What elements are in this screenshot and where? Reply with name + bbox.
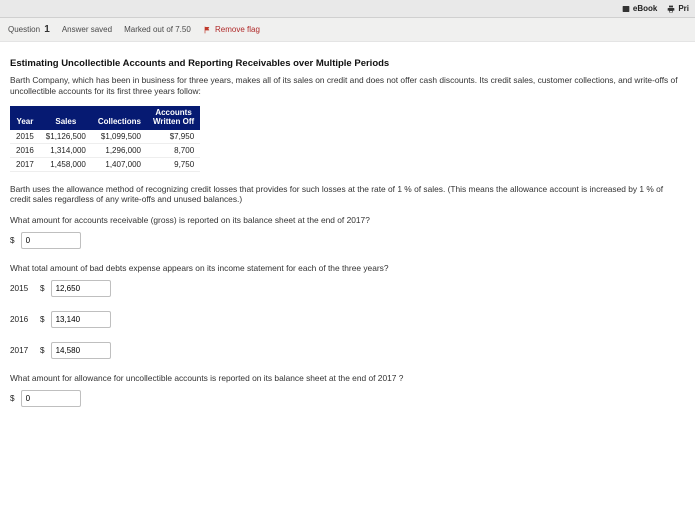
col-collections: Collections bbox=[92, 106, 147, 130]
col-year: Year bbox=[10, 106, 40, 130]
remove-flag-link[interactable]: Remove flag bbox=[203, 25, 260, 35]
q2-2016-line: 2016 $ bbox=[10, 311, 685, 328]
q1-input-line: $ bbox=[10, 232, 685, 249]
data-table: Year Sales Collections AccountsWritten O… bbox=[10, 106, 200, 172]
year-label: 2016 bbox=[10, 315, 34, 324]
ebook-button[interactable]: eBook bbox=[622, 4, 657, 13]
currency-symbol: $ bbox=[40, 315, 45, 324]
year-label: 2017 bbox=[10, 346, 34, 355]
table-row: 2016 1,314,000 1,296,000 8,700 bbox=[10, 143, 200, 157]
q2-2016-input[interactable] bbox=[51, 311, 111, 328]
print-icon bbox=[667, 5, 675, 13]
col-writtenoff: AccountsWritten Off bbox=[147, 106, 200, 130]
q2-2015-line: 2015 $ bbox=[10, 280, 685, 297]
q1-input[interactable] bbox=[21, 232, 81, 249]
q2-2017-input[interactable] bbox=[51, 342, 111, 359]
table-row: 2015 $1,126,500 $1,099,500 $7,950 bbox=[10, 130, 200, 144]
note-paragraph: Barth uses the allowance method of recog… bbox=[10, 184, 685, 205]
content-area: Estimating Uncollectible Accounts and Re… bbox=[0, 42, 695, 431]
q3-input[interactable] bbox=[21, 390, 81, 407]
page-title: Estimating Uncollectible Accounts and Re… bbox=[10, 58, 685, 69]
table-row: 2017 1,458,000 1,407,000 9,750 bbox=[10, 157, 200, 171]
answer-status: Answer saved bbox=[62, 25, 112, 34]
top-bar: eBook Pri bbox=[0, 0, 695, 18]
print-label: Pri bbox=[678, 4, 689, 13]
marks-label: Marked out of 7.50 bbox=[124, 25, 191, 34]
question-2: What total amount of bad debts expense a… bbox=[10, 263, 685, 273]
year-label: 2015 bbox=[10, 284, 34, 293]
print-button[interactable]: Pri bbox=[667, 4, 689, 13]
col-sales: Sales bbox=[40, 106, 92, 130]
q2-2017-line: 2017 $ bbox=[10, 342, 685, 359]
question-1: What amount for accounts receivable (gro… bbox=[10, 215, 685, 225]
currency-symbol: $ bbox=[10, 394, 15, 403]
intro-paragraph: Barth Company, which has been in busines… bbox=[10, 75, 685, 96]
question-bar: Question 1 Answer saved Marked out of 7.… bbox=[0, 18, 695, 42]
question-number: 1 bbox=[44, 24, 50, 35]
currency-symbol: $ bbox=[10, 236, 15, 245]
currency-symbol: $ bbox=[40, 284, 45, 293]
q2-2015-input[interactable] bbox=[51, 280, 111, 297]
question-3: What amount for allowance for uncollecti… bbox=[10, 373, 685, 383]
q3-input-line: $ bbox=[10, 390, 685, 407]
question-label: Question 1 bbox=[8, 24, 50, 35]
book-icon bbox=[622, 5, 630, 13]
ebook-label: eBook bbox=[633, 4, 657, 13]
currency-symbol: $ bbox=[40, 346, 45, 355]
flag-icon bbox=[203, 25, 211, 35]
